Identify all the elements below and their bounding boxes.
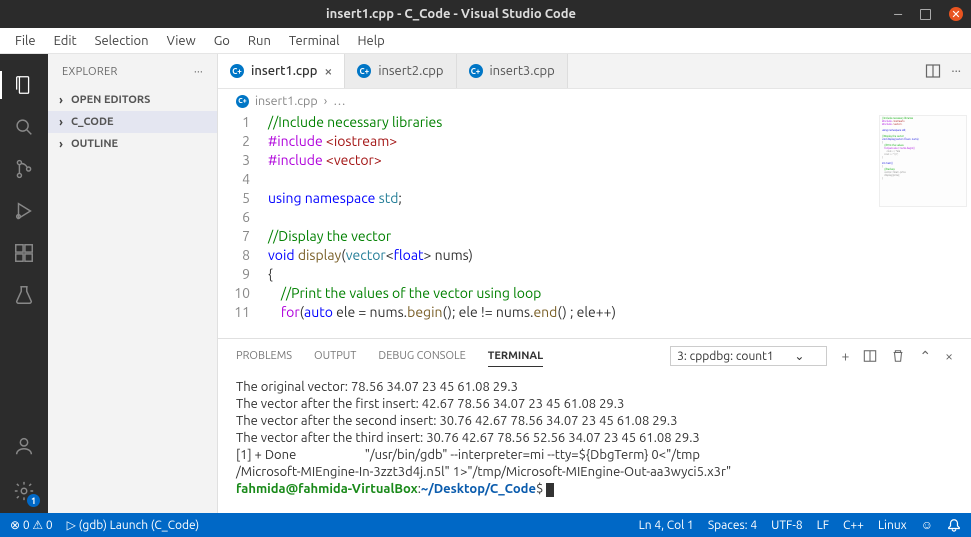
- status-os[interactable]: Linux: [878, 519, 907, 532]
- source-control-icon[interactable]: [10, 155, 38, 183]
- cpp-file-icon: C+: [230, 64, 244, 78]
- split-editor-icon[interactable]: [925, 63, 941, 79]
- window-title: insert1.cpp - C_Code - Visual Studio Cod…: [8, 7, 894, 21]
- settings-icon[interactable]: 1: [10, 477, 38, 505]
- maximize-panel-icon[interactable]: ⌃: [919, 348, 931, 365]
- section-outline[interactable]: ›OUTLINE: [48, 133, 217, 155]
- editor-tabs: C+ insert1.cpp × C+ insert2.cpp C+ inser…: [218, 54, 971, 89]
- code-editor[interactable]: 1234567891011 //Include necessary librar…: [218, 113, 971, 338]
- activity-bar: 1: [0, 54, 48, 513]
- editor-group: C+ insert1.cpp × C+ insert2.cpp C+ inser…: [218, 54, 971, 513]
- terminal-select[interactable]: 3: cppdbg: count1 ⌄: [670, 346, 827, 366]
- panel-tab-terminal[interactable]: TERMINAL: [488, 346, 543, 367]
- window-controls: – ✕: [894, 5, 963, 23]
- maximize-button[interactable]: [920, 9, 931, 20]
- minimap[interactable]: //Include necessary libraries #include <…: [879, 115, 967, 207]
- line-gutter: 1234567891011: [218, 113, 268, 338]
- tab-close-icon[interactable]: ×: [324, 63, 332, 79]
- extensions-icon[interactable]: [10, 239, 38, 267]
- menu-selection[interactable]: Selection: [86, 31, 158, 51]
- section-open-editors[interactable]: ›OPEN EDITORS: [48, 89, 217, 111]
- panel-tab-problems[interactable]: PROBLEMS: [236, 346, 292, 366]
- explorer-icon[interactable]: [10, 71, 38, 99]
- breadcrumb[interactable]: C+ insert1.cpp › …: [218, 89, 971, 113]
- new-terminal-icon[interactable]: +: [841, 348, 849, 364]
- panel-tab-output[interactable]: OUTPUT: [314, 346, 356, 366]
- panel: PROBLEMS OUTPUT DEBUG CONSOLE TERMINAL 3…: [218, 338, 971, 513]
- code-content[interactable]: //Include necessary libraries#include <i…: [268, 113, 971, 338]
- split-terminal-icon[interactable]: [863, 349, 877, 363]
- status-encoding[interactable]: UTF-8: [771, 519, 802, 532]
- status-language[interactable]: C++: [843, 519, 864, 532]
- status-bar: ⊗ 0 ⚠ 0 ▷ (gdb) Launch (C_Code) Ln 4, Co…: [0, 513, 971, 537]
- tab-insert3[interactable]: C+ insert3.cpp: [457, 54, 568, 88]
- run-debug-icon[interactable]: [10, 197, 38, 225]
- notifications-icon[interactable]: [947, 518, 961, 532]
- cpp-file-icon: C+: [357, 64, 371, 78]
- chevron-right-icon: ›: [54, 116, 68, 129]
- cpp-file-icon: C+: [469, 64, 483, 78]
- status-errors[interactable]: ⊗ 0 ⚠ 0: [10, 518, 53, 532]
- menu-go[interactable]: Go: [205, 31, 239, 51]
- panel-tabs: PROBLEMS OUTPUT DEBUG CONSOLE TERMINAL 3…: [218, 339, 971, 373]
- chevron-right-icon: ›: [54, 94, 68, 107]
- kill-terminal-icon[interactable]: [891, 349, 905, 363]
- explorer-title: EXPLORER: [62, 66, 118, 78]
- cpp-file-icon: C+: [236, 95, 249, 108]
- close-button[interactable]: ✕: [949, 7, 963, 21]
- minimize-button[interactable]: –: [894, 5, 902, 23]
- settings-badge: 1: [27, 494, 40, 507]
- tab-insert1[interactable]: C+ insert1.cpp ×: [218, 54, 345, 88]
- menu-edit[interactable]: Edit: [45, 31, 86, 51]
- menu-file[interactable]: File: [6, 31, 45, 51]
- status-spaces[interactable]: Spaces: 4: [708, 519, 757, 532]
- explorer-sidebar: EXPLORER ··· ›OPEN EDITORS ›C_CODE ›OUTL…: [48, 54, 218, 513]
- menu-terminal[interactable]: Terminal: [280, 31, 349, 51]
- close-panel-icon[interactable]: ×: [945, 348, 953, 364]
- section-folder[interactable]: ›C_CODE: [48, 111, 217, 133]
- chevron-down-icon: ⌄: [794, 350, 804, 363]
- menu-view[interactable]: View: [158, 31, 205, 51]
- testing-icon[interactable]: [10, 281, 38, 309]
- status-eol[interactable]: LF: [817, 519, 829, 532]
- titlebar: insert1.cpp - C_Code - Visual Studio Cod…: [0, 0, 971, 28]
- sidebar-more-icon[interactable]: ···: [194, 66, 203, 78]
- status-lncol[interactable]: Ln 4, Col 1: [639, 519, 694, 532]
- status-launch[interactable]: ▷ (gdb) Launch (C_Code): [67, 518, 200, 532]
- cursor: [546, 483, 554, 497]
- feedback-icon[interactable]: ☺: [921, 518, 933, 532]
- terminal-content[interactable]: The original vector: 78.56 34.07 23 45 6…: [218, 373, 971, 513]
- menu-help[interactable]: Help: [348, 31, 393, 51]
- menu-run[interactable]: Run: [239, 31, 280, 51]
- editor-more-icon[interactable]: ···: [951, 64, 961, 78]
- account-icon[interactable]: [10, 432, 38, 460]
- tab-insert2[interactable]: C+ insert2.cpp: [345, 54, 456, 88]
- chevron-right-icon: ›: [54, 138, 68, 151]
- panel-tab-debug[interactable]: DEBUG CONSOLE: [378, 346, 465, 366]
- search-icon[interactable]: [10, 113, 38, 141]
- menubar: File Edit Selection View Go Run Terminal…: [0, 28, 971, 54]
